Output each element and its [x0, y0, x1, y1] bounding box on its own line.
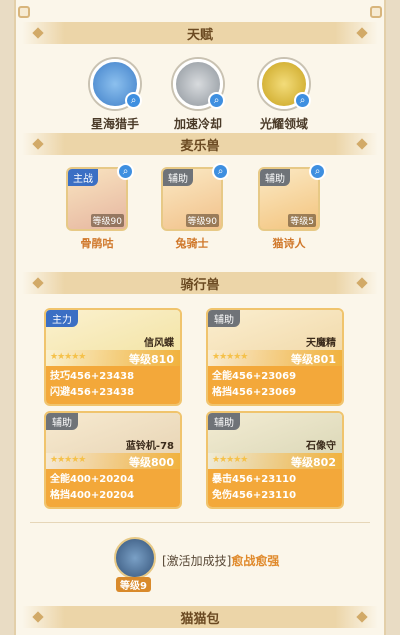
- magnifier-icon[interactable]: ⌕: [125, 92, 142, 109]
- skill-text: [激活加成技]愈战愈强: [162, 552, 279, 569]
- frame-corner-left: [18, 6, 30, 18]
- role-badge: 辅助: [208, 310, 240, 327]
- pet-level: 等级90: [90, 214, 124, 227]
- mount-card-1[interactable]: 主力 信风蝶 ★★★★★ 等级810 技巧456+23438 闪避456+234…: [44, 308, 182, 406]
- mount-name: 天魔精: [306, 338, 336, 349]
- section-title: 天赋: [186, 27, 213, 43]
- mount-level: 等级810: [129, 353, 174, 366]
- frame-corner-right: [370, 6, 382, 18]
- pet-name: 骨鹃咕: [80, 237, 114, 250]
- mount-name: 蓝铃机-78: [125, 441, 174, 452]
- stat-line: 技巧456+23438: [50, 371, 135, 382]
- pet-level: 等级90: [185, 214, 219, 227]
- talent-name: 光耀领域: [259, 117, 308, 131]
- role-badge: 辅助: [163, 169, 193, 186]
- magnifier-icon[interactable]: ⌕: [212, 163, 229, 180]
- skill-level: 等级9: [116, 577, 151, 592]
- stat-line: 格挡400+20204: [50, 490, 135, 501]
- magnifier-icon[interactable]: ⌕: [294, 92, 311, 109]
- skill-icon: [114, 537, 156, 579]
- pet-name: 猫诗人: [272, 237, 306, 250]
- magnifier-icon[interactable]: ⌕: [309, 163, 326, 180]
- role-badge: 辅助: [260, 169, 290, 186]
- stat-line: 格挡456+23069: [212, 387, 297, 398]
- mount-stats: 全能400+20204 格挡400+20204: [46, 469, 180, 507]
- role-badge: 主战: [68, 169, 98, 186]
- mount-name: 信风蝶: [144, 338, 174, 349]
- section-title: 麦乐兽: [180, 138, 220, 154]
- star-rating: ★★★★★: [50, 352, 86, 362]
- talent-name: 加速冷却: [173, 117, 222, 131]
- mount-card-4[interactable]: 辅助 石像守 ★★★★★ 等级802 暴击456+23110 免伤456+231…: [206, 411, 344, 509]
- compass-star-icon: ⌕: [90, 59, 142, 109]
- section-header-mounts: 骑行兽: [22, 272, 378, 294]
- mount-level: 等级802: [291, 456, 336, 469]
- mount-stats: 技巧456+23438 闪避456+23438: [46, 366, 180, 404]
- magnifier-icon[interactable]: ⌕: [117, 163, 134, 180]
- speed-cooldown-icon: ⌕: [173, 59, 225, 109]
- role-badge: 辅助: [208, 413, 240, 430]
- mount-level: 等级801: [291, 353, 336, 366]
- talent-item-2[interactable]: ⌕ 加速冷却: [158, 59, 238, 132]
- star-rating: ★★★★★: [50, 455, 86, 465]
- mount-stats: 暴击456+23110 免伤456+23110: [208, 469, 342, 507]
- talent-item-1[interactable]: ⌕ 星海猎手: [75, 59, 155, 132]
- stat-line: 全能456+23069: [212, 371, 297, 382]
- divider: [30, 522, 370, 523]
- magnifier-icon[interactable]: ⌕: [208, 92, 225, 109]
- section-header-talent: 天赋: [22, 22, 378, 44]
- stat-line: 全能400+20204: [50, 474, 135, 485]
- section-title: 骑行兽: [180, 277, 220, 293]
- role-badge: 辅助: [46, 413, 78, 430]
- star-rating: ★★★★★: [212, 455, 248, 465]
- mount-card-3[interactable]: 辅助 蓝铃机-78 ★★★★★ 等级800 全能400+20204 格挡400+…: [44, 411, 182, 509]
- talent-name: 星海猎手: [90, 117, 139, 131]
- mount-stats: 全能456+23069 格挡456+23069: [208, 366, 342, 404]
- section-title: 猫猫包: [180, 611, 220, 627]
- skill-name: 愈战愈强: [231, 554, 280, 568]
- stat-line: 免伤456+23110: [212, 490, 297, 501]
- skill-label: [激活加成技]: [162, 554, 232, 568]
- mount-level: 等级800: [129, 456, 174, 469]
- mount-card-2[interactable]: 辅助 天魔精 ★★★★★ 等级801 全能456+23069 格挡456+230…: [206, 308, 344, 406]
- pet-level: 等级5: [288, 214, 316, 227]
- pet-name: 兔骑士: [175, 237, 209, 250]
- star-rating: ★★★★★: [212, 352, 248, 362]
- role-badge: 主力: [46, 310, 78, 327]
- radiant-field-icon: ⌕: [259, 59, 311, 109]
- talent-item-3[interactable]: ⌕ 光耀领域: [244, 59, 324, 132]
- pet-card-2[interactable]: 辅助 等级90 ⌕ 兔骑士: [161, 163, 229, 251]
- mount-name: 石像守: [306, 441, 336, 452]
- section-header-bag: 猫猫包: [22, 606, 378, 628]
- section-header-pets: 麦乐兽: [22, 133, 378, 155]
- stat-line: 暴击456+23110: [212, 474, 297, 485]
- activated-skill[interactable]: 等级9 [激活加成技]愈战愈强: [114, 537, 294, 592]
- stat-line: 闪避456+23438: [50, 387, 135, 398]
- pet-card-3[interactable]: 辅助 等级5 ⌕ 猫诗人: [258, 163, 326, 251]
- pet-card-1[interactable]: 主战 等级90 ⌕ 骨鹃咕: [66, 163, 134, 251]
